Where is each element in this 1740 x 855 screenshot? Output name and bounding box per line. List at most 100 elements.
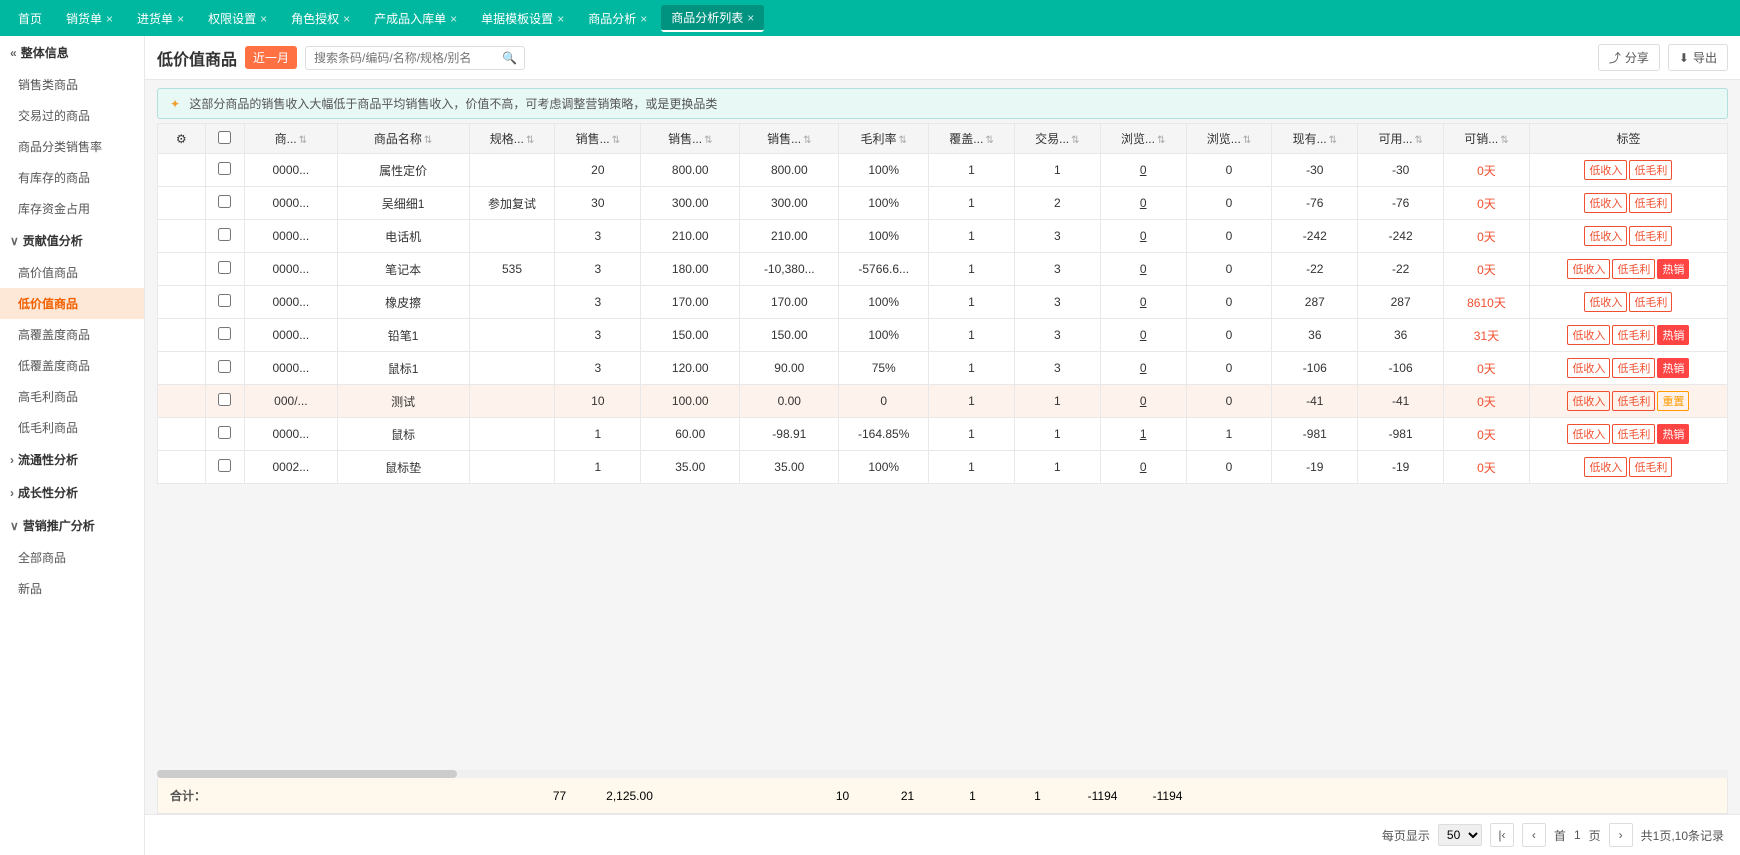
cell-browse1[interactable]: 0: [1100, 352, 1186, 385]
sidebar-item-stock-capital[interactable]: 库存资金占用: [0, 193, 144, 224]
sort-amount-icon[interactable]: ⇅: [803, 135, 811, 146]
col-check[interactable]: [205, 124, 245, 154]
browse1-link[interactable]: 0: [1140, 196, 1147, 210]
browse1-link[interactable]: 0: [1140, 163, 1147, 177]
cell-check[interactable]: [205, 187, 245, 220]
cell-browse1[interactable]: 1: [1100, 418, 1186, 451]
col-browse1[interactable]: 浏览...⇅: [1100, 124, 1186, 154]
browse1-link[interactable]: 0: [1140, 394, 1147, 408]
sidebar-item-stock-products[interactable]: 有库存的商品: [0, 162, 144, 193]
sidebar-item-low-margin[interactable]: 低毛利商品: [0, 412, 144, 443]
browse1-link[interactable]: 0: [1140, 295, 1147, 309]
sort-spec-icon[interactable]: ⇅: [526, 135, 534, 146]
row-checkbox[interactable]: [218, 228, 231, 241]
col-settings[interactable]: ⚙: [158, 124, 206, 154]
sort-browse1-icon[interactable]: ⇅: [1157, 135, 1165, 146]
sort-margin-icon[interactable]: ⇅: [899, 135, 907, 146]
cell-browse1[interactable]: 0: [1100, 220, 1186, 253]
cell-check[interactable]: [205, 352, 245, 385]
row-checkbox[interactable]: [218, 426, 231, 439]
sort-browse2-icon[interactable]: ⇅: [1243, 135, 1251, 146]
row-checkbox[interactable]: [218, 360, 231, 373]
col-stock2[interactable]: 可用...⇅: [1358, 124, 1444, 154]
browse1-link[interactable]: 0: [1140, 361, 1147, 375]
nav-sales-order[interactable]: 销货单×: [56, 6, 123, 31]
sort-price-icon[interactable]: ⇅: [704, 135, 712, 146]
cell-check[interactable]: [205, 154, 245, 187]
col-margin[interactable]: 毛利率⇅: [839, 124, 929, 154]
sort-saleable-icon[interactable]: ⇅: [1500, 135, 1508, 146]
sidebar-group-overall[interactable]: « 整体信息: [0, 36, 144, 69]
row-checkbox[interactable]: [218, 327, 231, 340]
nav-home[interactable]: 首页: [8, 6, 52, 31]
sort-trade-icon[interactable]: ⇅: [1071, 135, 1079, 146]
row-checkbox[interactable]: [218, 393, 231, 406]
col-name[interactable]: 商品名称⇅: [337, 124, 469, 154]
col-trade[interactable]: 交易...⇅: [1014, 124, 1100, 154]
sidebar-item-new-products[interactable]: 新品: [0, 573, 144, 604]
cell-browse1[interactable]: 0: [1100, 319, 1186, 352]
nav-product-analysis[interactable]: 商品分析×: [578, 6, 657, 31]
select-all-checkbox[interactable]: [218, 131, 231, 144]
horizontal-scrollbar[interactable]: [157, 770, 1728, 778]
cell-browse1[interactable]: 0: [1100, 286, 1186, 319]
first-page-btn[interactable]: |‹: [1490, 823, 1514, 847]
nav-product-stock[interactable]: 产成品入库单×: [364, 6, 467, 31]
data-table-wrapper[interactable]: ⚙ 商...⇅ 商品名称⇅ 规格...⇅ 销售...⇅ 销售...⇅ 销售...…: [157, 123, 1728, 770]
cell-check[interactable]: [205, 418, 245, 451]
sort-name-icon[interactable]: ⇅: [424, 135, 432, 146]
sidebar-item-high-margin[interactable]: 高毛利商品: [0, 381, 144, 412]
browse1-link[interactable]: 0: [1140, 328, 1147, 342]
browse1-link[interactable]: 1: [1140, 427, 1147, 441]
sidebar-item-sales-products[interactable]: 销售类商品: [0, 69, 144, 100]
sidebar-group-contribution[interactable]: ∨ 贡献值分析: [0, 224, 144, 257]
sidebar-item-high-coverage[interactable]: 高覆盖度商品: [0, 319, 144, 350]
cell-check[interactable]: [205, 286, 245, 319]
per-page-select[interactable]: 50: [1438, 824, 1482, 846]
nav-permission[interactable]: 权限设置×: [198, 6, 277, 31]
sidebar-item-low-value[interactable]: 低价值商品: [0, 288, 144, 319]
sort-stock2-icon[interactable]: ⇅: [1414, 135, 1422, 146]
col-sale-qty[interactable]: 销售...⇅: [555, 124, 641, 154]
nav-role-auth[interactable]: 角色授权×: [281, 6, 360, 31]
cell-browse1[interactable]: 0: [1100, 253, 1186, 286]
col-coverage[interactable]: 覆盖...⇅: [929, 124, 1015, 154]
col-sale-price[interactable]: 销售...⇅: [641, 124, 740, 154]
sidebar-item-traded-products[interactable]: 交易过的商品: [0, 100, 144, 131]
nav-product-analysis-list[interactable]: 商品分析列表×: [661, 5, 764, 32]
col-saleable[interactable]: 可销...⇅: [1444, 124, 1530, 154]
prev-page-btn[interactable]: ‹: [1522, 823, 1546, 847]
sort-stock1-icon[interactable]: ⇅: [1329, 135, 1337, 146]
share-button[interactable]: ⤴ 分享: [1598, 44, 1660, 71]
sidebar-item-high-value[interactable]: 高价值商品: [0, 257, 144, 288]
sidebar-item-category-sales-rate[interactable]: 商品分类销售率: [0, 131, 144, 162]
sort-coverage-icon[interactable]: ⇅: [985, 135, 993, 146]
col-stock1[interactable]: 现有...⇅: [1272, 124, 1358, 154]
browse1-link[interactable]: 0: [1140, 262, 1147, 276]
row-checkbox[interactable]: [218, 162, 231, 175]
row-checkbox[interactable]: [218, 459, 231, 472]
col-code[interactable]: 商...⇅: [245, 124, 337, 154]
row-checkbox[interactable]: [218, 261, 231, 274]
cell-browse1[interactable]: 0: [1100, 451, 1186, 484]
period-button[interactable]: 近一月: [245, 46, 297, 69]
row-checkbox[interactable]: [218, 195, 231, 208]
cell-check[interactable]: [205, 319, 245, 352]
cell-check[interactable]: [205, 451, 245, 484]
next-page-btn[interactable]: ›: [1609, 823, 1633, 847]
nav-purchase-order[interactable]: 进货单×: [127, 6, 194, 31]
sidebar-group-liquidity[interactable]: › 流通性分析: [0, 443, 144, 476]
sidebar-group-growth[interactable]: › 成长性分析: [0, 476, 144, 509]
sidebar-group-marketing[interactable]: ∨ 营销推广分析: [0, 509, 144, 542]
sidebar-item-low-coverage[interactable]: 低覆盖度商品: [0, 350, 144, 381]
browse1-link[interactable]: 0: [1140, 460, 1147, 474]
sidebar-item-all-products[interactable]: 全部商品: [0, 542, 144, 573]
cell-check[interactable]: [205, 253, 245, 286]
col-browse2[interactable]: 浏览...⇅: [1186, 124, 1272, 154]
search-input[interactable]: [305, 46, 525, 70]
nav-template-setting[interactable]: 单据模板设置×: [471, 6, 574, 31]
cell-check[interactable]: [205, 220, 245, 253]
col-spec[interactable]: 规格...⇅: [469, 124, 555, 154]
row-checkbox[interactable]: [218, 294, 231, 307]
cell-browse1[interactable]: 0: [1100, 154, 1186, 187]
